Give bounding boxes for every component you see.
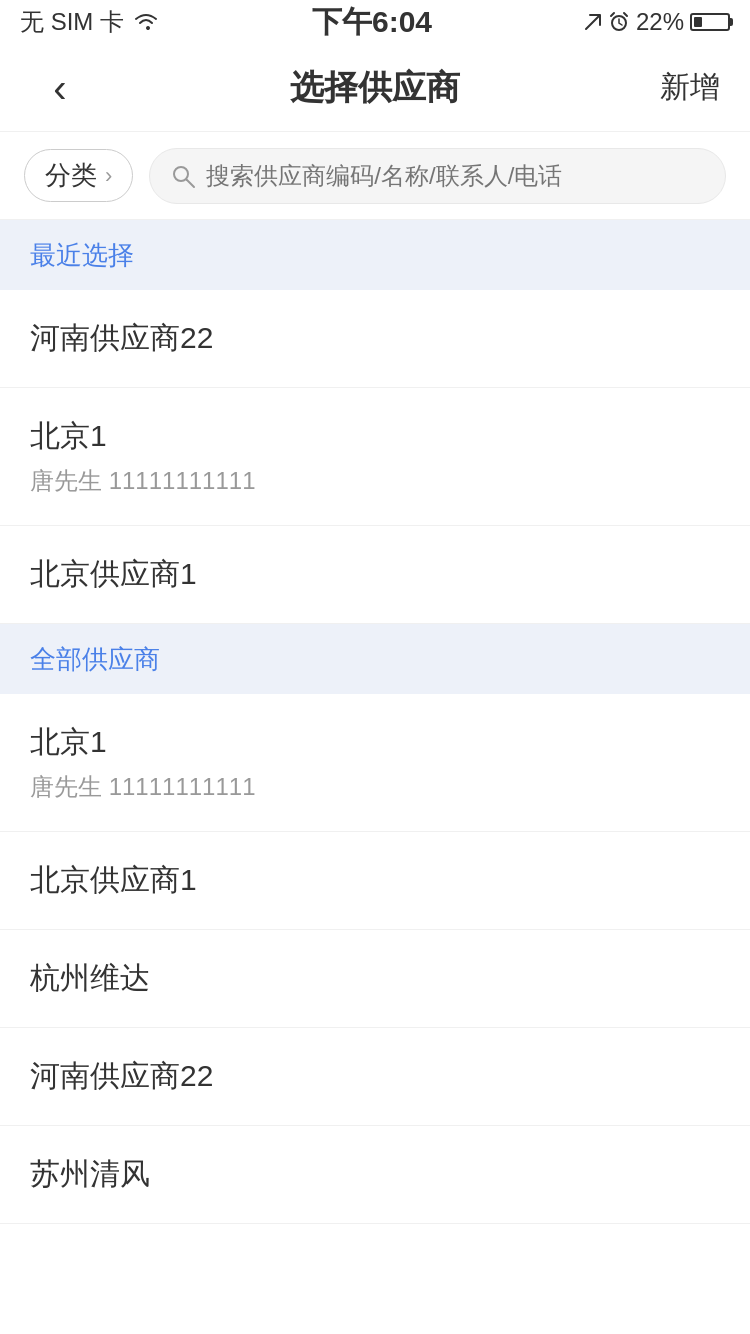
location-icon — [584, 13, 602, 31]
item-name: 苏州清风 — [30, 1154, 720, 1195]
list-item[interactable]: 北京供应商1 — [0, 526, 750, 624]
recent-section-header: 最近选择 — [0, 220, 750, 290]
add-button[interactable]: 新增 — [660, 67, 720, 108]
battery-icon — [690, 13, 730, 31]
item-sub: 唐先生 11111111111 — [30, 771, 720, 803]
recent-section-title: 最近选择 — [30, 238, 134, 273]
item-name: 北京供应商1 — [30, 860, 720, 901]
battery-percentage: 22% — [636, 8, 684, 36]
search-input[interactable] — [206, 162, 705, 190]
svg-line-2 — [187, 179, 195, 187]
list-item[interactable]: 北京供应商1 — [0, 832, 750, 930]
back-button[interactable]: ‹ — [30, 58, 90, 118]
status-left: 无 SIM 卡 — [20, 6, 160, 38]
list-item[interactable]: 河南供应商22 — [0, 1028, 750, 1126]
list-item[interactable]: 杭州维达 — [0, 930, 750, 1028]
back-icon: ‹ — [53, 68, 66, 108]
all-items-list: 北京1 唐先生 11111111111 北京供应商1 杭州维达 河南供应商22 … — [0, 694, 750, 1224]
page-title: 选择供应商 — [290, 65, 460, 111]
item-name: 北京供应商1 — [30, 554, 720, 595]
item-name: 杭州维达 — [30, 958, 720, 999]
alarm-icon — [608, 11, 630, 33]
list-item[interactable]: 苏州清风 — [0, 1126, 750, 1224]
category-button[interactable]: 分类 › — [24, 149, 133, 202]
item-name: 河南供应商22 — [30, 1056, 720, 1097]
list-item[interactable]: 北京1 唐先生 11111111111 — [0, 694, 750, 832]
item-name: 北京1 — [30, 722, 720, 763]
filter-bar: 分类 › — [0, 132, 750, 220]
list-item[interactable]: 河南供应商22 — [0, 290, 750, 388]
list-item[interactable]: 北京1 唐先生 11111111111 — [0, 388, 750, 526]
status-time: 下午6:04 — [312, 2, 432, 43]
no-sim-text: 无 SIM 卡 — [20, 6, 124, 38]
all-section-header: 全部供应商 — [0, 624, 750, 694]
wifi-icon — [132, 12, 160, 32]
search-icon — [170, 163, 196, 189]
search-box[interactable] — [149, 148, 726, 204]
status-right: 22% — [584, 8, 730, 36]
status-bar: 无 SIM 卡 下午6:04 22% — [0, 0, 750, 44]
category-label: 分类 — [45, 158, 97, 193]
nav-bar: ‹ 选择供应商 新增 — [0, 44, 750, 132]
recent-items-list: 河南供应商22 北京1 唐先生 11111111111 北京供应商1 — [0, 290, 750, 624]
item-name: 北京1 — [30, 416, 720, 457]
item-name: 河南供应商22 — [30, 318, 720, 359]
category-arrow-icon: › — [105, 163, 112, 189]
item-sub: 唐先生 11111111111 — [30, 465, 720, 497]
all-section-title: 全部供应商 — [30, 642, 160, 677]
